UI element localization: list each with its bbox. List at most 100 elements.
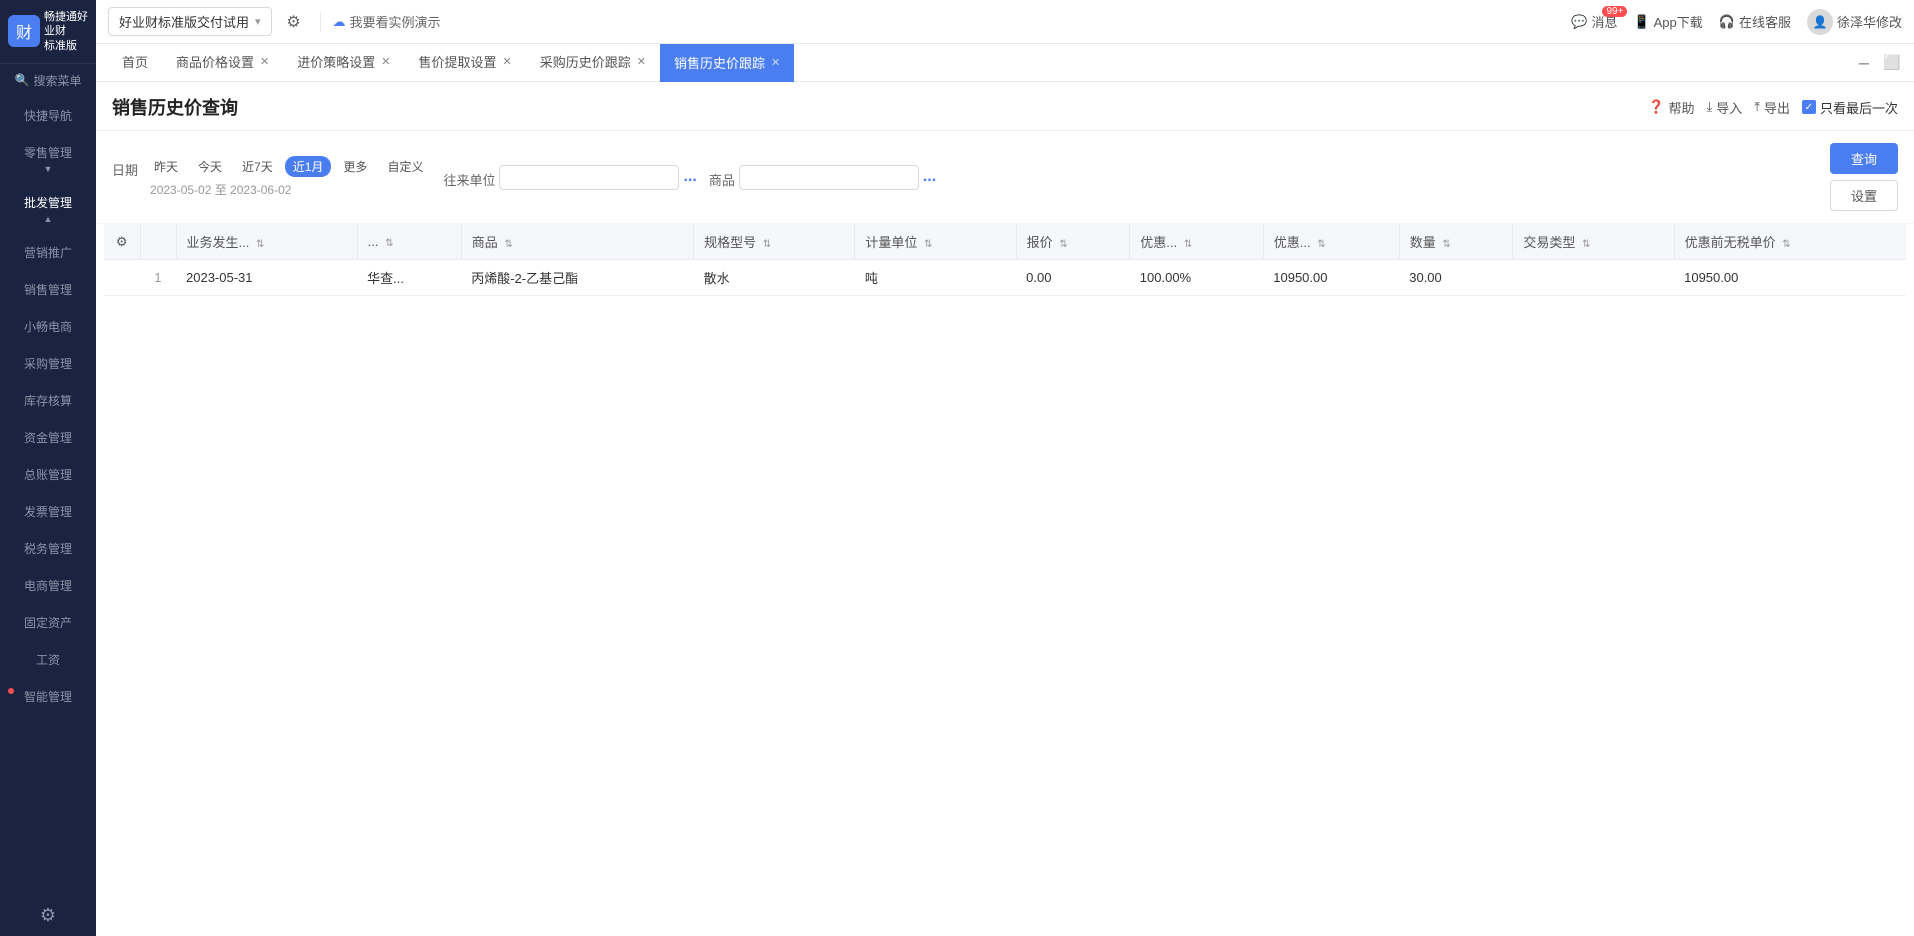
sidebar-item-invoice[interactable]: 发票管理: [0, 493, 96, 530]
sidebar-item-marketing[interactable]: 营销推广: [0, 234, 96, 271]
date-filter-group: 日期 昨天 今天 近7天 近1月 更多 自定义 2023-05-02 至 202…: [112, 156, 431, 198]
filter-actions: 查询 设置: [1830, 143, 1898, 211]
sidebar-item-sales[interactable]: 销售管理: [0, 271, 96, 308]
app-download-btn[interactable]: 📱 App下载: [1633, 12, 1702, 31]
tab-purchase-history-close[interactable]: ✕: [637, 55, 646, 68]
sidebar-item-fixed-assets[interactable]: 固定资产: [0, 604, 96, 641]
tab-price-setting[interactable]: 商品价格设置 ✕: [162, 44, 283, 82]
date-range-display: 2023-05-02 至 2023-06-02: [150, 181, 431, 198]
date-7days-btn[interactable]: 近7天: [234, 156, 281, 177]
import-btn[interactable]: ⤓ 导入: [1706, 98, 1742, 117]
marketing-label: 营销推广: [24, 244, 72, 261]
product-dots-btn[interactable]: ...: [923, 168, 936, 186]
sidebar-item-ledger[interactable]: 总账管理: [0, 456, 96, 493]
tab-strategy-setting-close[interactable]: ✕: [381, 55, 390, 68]
query-btn[interactable]: 查询: [1830, 143, 1898, 174]
col-transaction-type[interactable]: 交易类型 ⇅: [1513, 224, 1674, 260]
col-product[interactable]: 商品 ⇅: [461, 224, 693, 260]
col-spec[interactable]: 规格型号 ⇅: [694, 224, 855, 260]
tab-price-setting-close[interactable]: ✕: [260, 55, 269, 68]
company-selector[interactable]: 好业财标准版交付试用 ▾: [108, 7, 272, 36]
cell-product: 丙烯酸-2-乙基己酯: [461, 260, 693, 296]
tab-purchase-history-label: 采购历史价跟踪: [540, 52, 631, 71]
tabbar: 首页 商品价格设置 ✕ 进价策略设置 ✕ 售价提取设置 ✕ 采购历史价跟踪 ✕ …: [96, 44, 1914, 82]
date-more-btn[interactable]: 更多: [335, 156, 375, 177]
date-1month-btn[interactable]: 近1月: [285, 156, 332, 177]
help-btn[interactable]: ❓ 帮助: [1648, 98, 1694, 117]
sidebar-item-ecommerce[interactable]: 电商管理: [0, 567, 96, 604]
messages-btn[interactable]: 💬 消息 99+: [1571, 12, 1617, 31]
product-filter-group: 商品 ...: [709, 165, 936, 190]
sidebar-item-smart[interactable]: 智能管理: [0, 678, 96, 715]
topbar-settings-btn[interactable]: ⚙: [280, 8, 308, 36]
sidebar-item-ecommerce-small[interactable]: 小畅电商: [0, 308, 96, 345]
date-today-btn[interactable]: 今天: [190, 156, 230, 177]
sort-icon-transaction-type: ⇅: [1582, 239, 1590, 250]
settings-btn[interactable]: 设置: [1830, 180, 1898, 211]
tax-label: 税务管理: [24, 540, 72, 557]
col-extra[interactable]: ... ⇅: [357, 224, 461, 260]
tab-purchase-history[interactable]: 采购历史价跟踪 ✕: [526, 44, 660, 82]
avatar: 👤: [1807, 9, 1833, 35]
product-input[interactable]: [739, 165, 919, 190]
sidebar-item-quick-nav[interactable]: 快捷导航: [0, 97, 96, 134]
online-service-btn[interactable]: 🎧 在线客服: [1719, 12, 1791, 31]
cloud-icon: ☁: [333, 14, 346, 30]
table-row[interactable]: 1 2023-05-31 华查... 丙烯酸-2-乙基己酯 散水 吨 0.00 …: [104, 260, 1906, 296]
date-yesterday-btn[interactable]: 昨天: [146, 156, 186, 177]
window-minimize-btn[interactable]: ─: [1850, 49, 1878, 77]
user-menu-btn[interactable]: 👤 徐泽华修改: [1807, 9, 1902, 35]
tab-sales-history-close[interactable]: ✕: [771, 56, 780, 69]
table-header-row: ⚙ 业务发生... ⇅ ... ⇅ 商品 ⇅: [104, 224, 1906, 260]
messages-badge: 99+: [1602, 6, 1627, 17]
col-discount-rate[interactable]: 优惠... ⇅: [1130, 224, 1263, 260]
payroll-label: 工资: [36, 651, 60, 668]
sidebar-item-retail[interactable]: 零售管理 ▼: [0, 134, 96, 184]
col-discount-price[interactable]: 优惠... ⇅: [1263, 224, 1399, 260]
col-pretax-price[interactable]: 优惠前无税单价 ⇅: [1674, 224, 1906, 260]
main-area: 好业财标准版交付试用 ▾ ⚙ ☁ 我要看实例演示 💬 消息 99+ 📱 App下…: [96, 0, 1914, 936]
sort-icon-extra: ⇅: [385, 238, 393, 249]
page-title: 销售历史价查询: [112, 94, 238, 120]
sidebar-settings-btn[interactable]: ⚙: [0, 895, 96, 936]
supplier-input[interactable]: [499, 165, 679, 190]
col-quantity[interactable]: 数量 ⇅: [1399, 224, 1513, 260]
sidebar-item-wholesale[interactable]: 批发管理 ▲: [0, 184, 96, 234]
checkbox-icon: ✓: [1802, 100, 1816, 114]
tab-strategy-setting[interactable]: 进价策略设置 ✕: [283, 44, 404, 82]
demo-btn[interactable]: ☁ 我要看实例演示: [333, 12, 441, 31]
sidebar-item-purchase[interactable]: 采购管理: [0, 345, 96, 382]
tab-home[interactable]: 首页: [108, 44, 162, 82]
tab-price-setting-label: 商品价格设置: [176, 52, 254, 71]
supplier-dots-btn[interactable]: ...: [683, 168, 696, 186]
only-last-checkbox[interactable]: ✓ 只看最后一次: [1802, 98, 1898, 117]
smart-label: 智能管理: [24, 688, 72, 705]
search-menu-btn[interactable]: 🔍 搜索菜单: [0, 64, 96, 97]
col-unit[interactable]: 计量单位 ⇅: [855, 224, 1016, 260]
headset-icon: 🎧: [1719, 14, 1735, 30]
sidebar-item-payroll[interactable]: 工资: [0, 641, 96, 678]
cell-seq: 1: [140, 260, 176, 296]
col-business-date[interactable]: 业务发生... ⇅: [176, 224, 357, 260]
col-discount-price-label: 优惠...: [1274, 235, 1311, 250]
col-price-label: 报价: [1027, 235, 1053, 250]
cell-transaction-type: [1513, 260, 1674, 296]
date-custom-btn[interactable]: 自定义: [379, 156, 431, 177]
tab-price-extract-close[interactable]: ✕: [503, 55, 512, 68]
window-maximize-btn[interactable]: ⬜: [1878, 49, 1906, 77]
tab-sales-history[interactable]: 销售历史价跟踪 ✕: [660, 44, 794, 82]
topbar: 好业财标准版交付试用 ▾ ⚙ ☁ 我要看实例演示 💬 消息 99+ 📱 App下…: [96, 0, 1914, 44]
inventory-label: 库存核算: [24, 392, 72, 409]
col-gear[interactable]: ⚙: [104, 224, 140, 260]
sort-icon-product: ⇅: [504, 239, 512, 250]
col-price[interactable]: 报价 ⇅: [1016, 224, 1130, 260]
sidebar-item-tax[interactable]: 税务管理: [0, 530, 96, 567]
sidebar-item-inventory[interactable]: 库存核算: [0, 382, 96, 419]
sidebar-item-finance[interactable]: 资金管理: [0, 419, 96, 456]
tab-price-extract[interactable]: 售价提取设置 ✕: [404, 44, 525, 82]
sort-icon-discount-rate: ⇅: [1184, 239, 1192, 250]
export-btn[interactable]: ⤒ 导出: [1754, 98, 1790, 117]
page-header-actions: ❓ 帮助 ⤓ 导入 ⤒ 导出 ✓ 只看最后一次: [1648, 98, 1898, 117]
finance-label: 资金管理: [24, 429, 72, 446]
cell-quantity: 30.00: [1399, 260, 1513, 296]
